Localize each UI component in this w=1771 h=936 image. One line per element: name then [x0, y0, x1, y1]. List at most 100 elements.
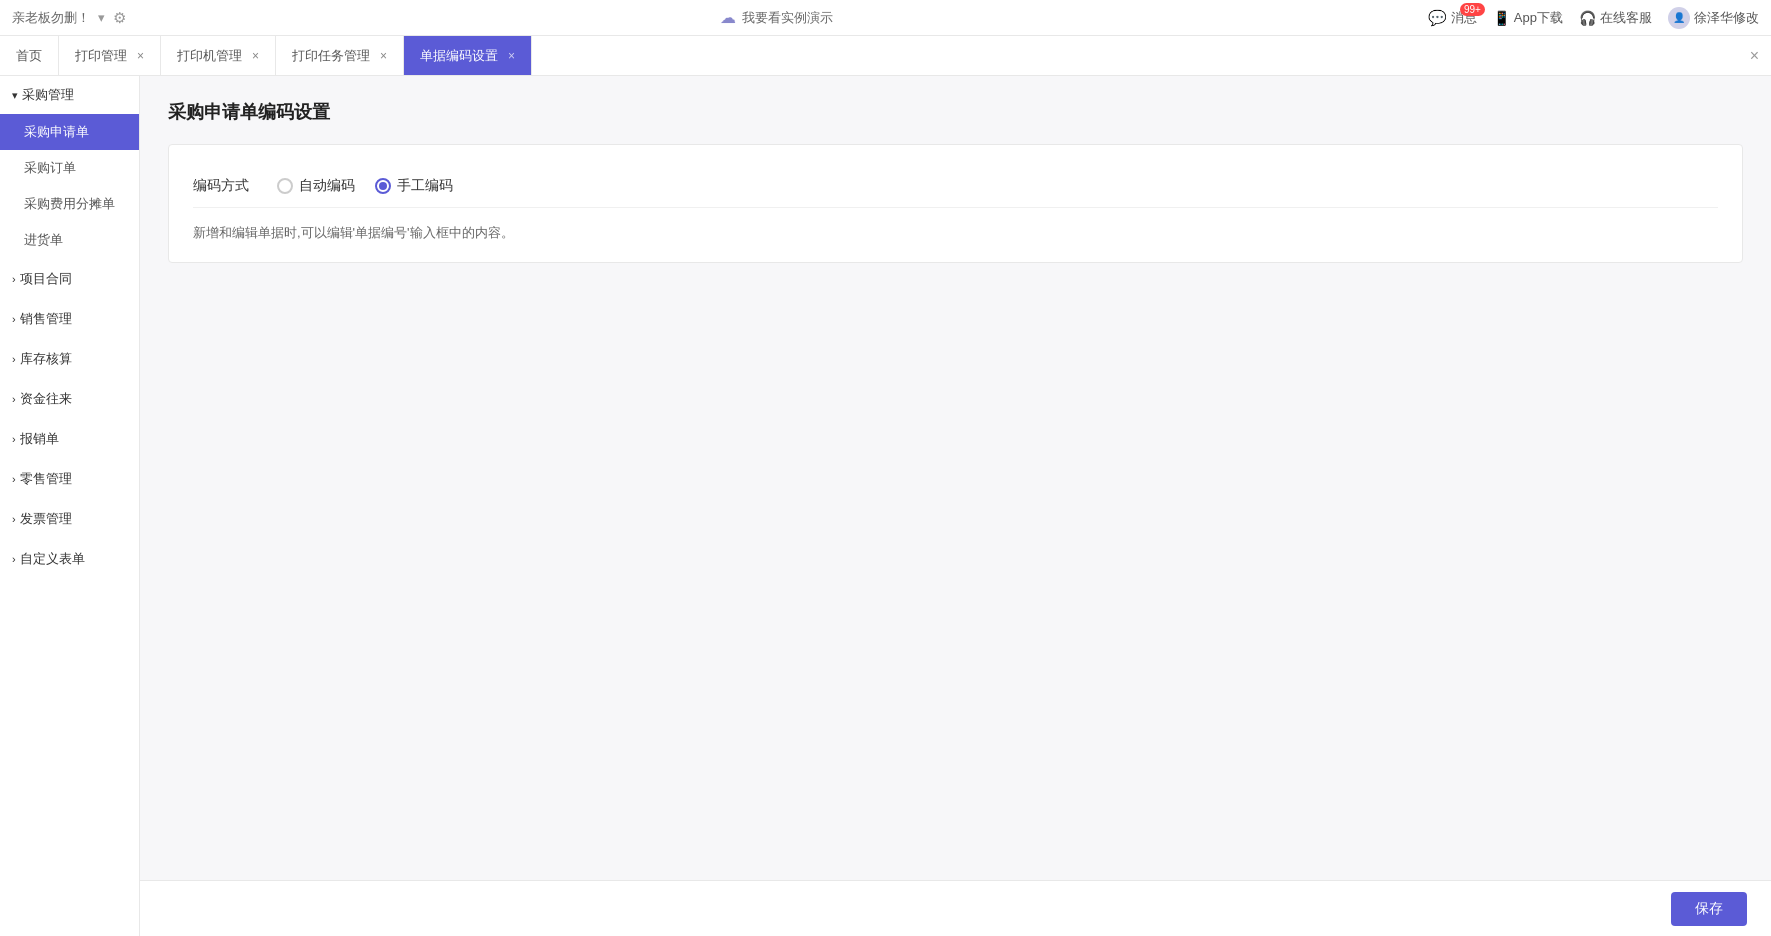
- sidebar-group-sales-label: 销售管理: [20, 310, 72, 328]
- chevron-right-icon-5: ›: [12, 433, 16, 445]
- notification-button[interactable]: 💬 消息 99+: [1428, 9, 1477, 27]
- phone-icon: 📱: [1493, 10, 1510, 26]
- radio-group: 自动编码 手工编码: [277, 177, 453, 195]
- setting-card: 编码方式 自动编码 手工编码 新增和编辑单据时,可以编辑'单据编号'输入框中的内…: [168, 144, 1743, 263]
- center-text[interactable]: 我要看实例演示: [742, 9, 833, 27]
- radio-auto-label: 自动编码: [299, 177, 355, 195]
- sidebar-item-purchase-expense-label: 采购费用分摊单: [24, 196, 115, 211]
- sidebar-group-capital: › 资金往来: [0, 380, 139, 418]
- sidebar-group-purchase-label: 采购管理: [22, 86, 74, 104]
- sidebar-group-returns-label: 报销单: [20, 430, 59, 448]
- tab-home-label: 首页: [16, 47, 42, 65]
- chevron-right-icon-3: ›: [12, 353, 16, 365]
- tab-printer-mgmt-label: 打印机管理: [177, 47, 242, 65]
- sidebar-group-project-contract: › 项目合同: [0, 260, 139, 298]
- tab-home[interactable]: 首页: [0, 36, 59, 75]
- content-footer: 保存: [140, 880, 1771, 936]
- sidebar-group-capital-header[interactable]: › 资金往来: [0, 380, 139, 418]
- radio-manual-option[interactable]: 手工编码: [375, 177, 453, 195]
- radio-auto-circle: [277, 178, 293, 194]
- tab-print-task-close[interactable]: ×: [380, 49, 387, 63]
- sidebar-group-purchase-header[interactable]: ▾ 采购管理: [0, 76, 139, 114]
- sidebar-group-purchase-mgmt: ▾ 采购管理 采购申请单 采购订单 采购费用分摊单 进货单: [0, 76, 139, 258]
- chevron-right-icon-7: ›: [12, 513, 16, 525]
- tab-single-code-label: 单据编码设置: [420, 47, 498, 65]
- sidebar-group-capital-label: 资金往来: [20, 390, 72, 408]
- sidebar-item-purchase-order-label: 采购订单: [24, 160, 76, 175]
- chevron-right-icon-2: ›: [12, 313, 16, 325]
- gear-icon[interactable]: ⚙: [113, 9, 126, 27]
- top-bar-left: 亲老板勿删！ ▾ ⚙: [12, 9, 126, 27]
- close-all-button[interactable]: ×: [1738, 36, 1771, 75]
- tab-print-mgmt[interactable]: 打印管理 ×: [59, 36, 161, 75]
- sidebar-item-purchase-request-label: 采购申请单: [24, 124, 89, 139]
- sidebar-group-custom-form-header[interactable]: › 自定义表单: [0, 540, 139, 578]
- online-service-button[interactable]: 🎧 在线客服: [1579, 9, 1652, 27]
- tab-print-task-label: 打印任务管理: [292, 47, 370, 65]
- sidebar-group-sales-mgmt: › 销售管理: [0, 300, 139, 338]
- sidebar-group-retail: › 零售管理: [0, 460, 139, 498]
- sidebar-group-custom-form: › 自定义表单: [0, 540, 139, 578]
- tab-single-code-close[interactable]: ×: [508, 49, 515, 63]
- encoding-label: 编码方式: [193, 177, 253, 195]
- online-service-label: 在线客服: [1600, 9, 1652, 27]
- tab-print-task[interactable]: 打印任务管理 ×: [276, 36, 404, 75]
- tab-print-mgmt-label: 打印管理: [75, 47, 127, 65]
- radio-manual-label: 手工编码: [397, 177, 453, 195]
- chevron-right-icon-8: ›: [12, 553, 16, 565]
- tab-single-code[interactable]: 单据编码设置 ×: [404, 36, 532, 75]
- cloud-icon: ☁: [720, 8, 736, 27]
- sidebar-group-returns: › 报销单: [0, 420, 139, 458]
- sidebar-item-purchase-expense[interactable]: 采购费用分摊单: [0, 186, 139, 222]
- page-title: 采购申请单编码设置: [168, 100, 1743, 124]
- sidebar-item-purchase-request[interactable]: 采购申请单: [0, 114, 139, 150]
- content-inner: 采购申请单编码设置 编码方式 自动编码 手工编码: [140, 76, 1771, 880]
- radio-manual-circle: [375, 178, 391, 194]
- headset-icon: 🎧: [1579, 10, 1596, 26]
- user-name: 徐泽华修改: [1694, 9, 1759, 27]
- sidebar-group-sales-header[interactable]: › 销售管理: [0, 300, 139, 338]
- tab-bar: 首页 打印管理 × 打印机管理 × 打印任务管理 × 单据编码设置 × ×: [0, 36, 1771, 76]
- app-download-button[interactable]: 📱 App下载: [1493, 9, 1563, 27]
- sidebar-group-invoice-header[interactable]: › 发票管理: [0, 500, 139, 538]
- dropdown-icon[interactable]: ▾: [98, 10, 105, 25]
- sidebar-item-receipt-label: 进货单: [24, 232, 63, 247]
- description-text: 新增和编辑单据时,可以编辑'单据编号'输入框中的内容。: [193, 224, 1718, 242]
- chevron-right-icon: ›: [12, 273, 16, 285]
- sidebar-group-custom-form-label: 自定义表单: [20, 550, 85, 568]
- sidebar-item-purchase-order[interactable]: 采购订单: [0, 150, 139, 186]
- notification-icon: 💬: [1428, 9, 1447, 27]
- top-bar-center: ☁ 我要看实例演示: [720, 8, 833, 27]
- app-download-label: App下载: [1514, 9, 1563, 27]
- sidebar-group-invoice: › 发票管理: [0, 500, 139, 538]
- sidebar-group-project-label: 项目合同: [20, 270, 72, 288]
- user-profile-button[interactable]: 👤 徐泽华修改: [1668, 7, 1759, 29]
- avatar-icon: 👤: [1673, 12, 1685, 23]
- sidebar-group-retail-header[interactable]: › 零售管理: [0, 460, 139, 498]
- notification-badge: 99+: [1460, 3, 1485, 16]
- avatar: 👤: [1668, 7, 1690, 29]
- top-bar-right: 💬 消息 99+ 📱 App下载 🎧 在线客服 👤 徐泽华修改: [1428, 7, 1759, 29]
- sidebar-group-retail-label: 零售管理: [20, 470, 72, 488]
- tab-printer-mgmt[interactable]: 打印机管理 ×: [161, 36, 276, 75]
- sidebar-item-receipt[interactable]: 进货单: [0, 222, 139, 258]
- chevron-right-icon-6: ›: [12, 473, 16, 485]
- chevron-right-icon-4: ›: [12, 393, 16, 405]
- radio-auto-option[interactable]: 自动编码: [277, 177, 355, 195]
- sidebar-group-inventory-header[interactable]: › 库存核算: [0, 340, 139, 378]
- encoding-method-row: 编码方式 自动编码 手工编码: [193, 165, 1718, 208]
- sidebar-group-project-header[interactable]: › 项目合同: [0, 260, 139, 298]
- main-layout: ▾ 采购管理 采购申请单 采购订单 采购费用分摊单 进货单 › 项目合同: [0, 76, 1771, 936]
- sidebar-group-returns-header[interactable]: › 报销单: [0, 420, 139, 458]
- tab-printer-mgmt-close[interactable]: ×: [252, 49, 259, 63]
- tab-print-mgmt-close[interactable]: ×: [137, 49, 144, 63]
- top-bar: 亲老板勿删！ ▾ ⚙ ☁ 我要看实例演示 💬 消息 99+ 📱 App下载 🎧 …: [0, 0, 1771, 36]
- chevron-down-icon: ▾: [12, 89, 18, 102]
- content-area: 采购申请单编码设置 编码方式 自动编码 手工编码: [140, 76, 1771, 936]
- sidebar: ▾ 采购管理 采购申请单 采购订单 采购费用分摊单 进货单 › 项目合同: [0, 76, 140, 936]
- sidebar-group-invoice-label: 发票管理: [20, 510, 72, 528]
- sidebar-group-inventory: › 库存核算: [0, 340, 139, 378]
- top-bar-left-text: 亲老板勿删！: [12, 9, 90, 27]
- save-button[interactable]: 保存: [1671, 892, 1747, 926]
- sidebar-group-inventory-label: 库存核算: [20, 350, 72, 368]
